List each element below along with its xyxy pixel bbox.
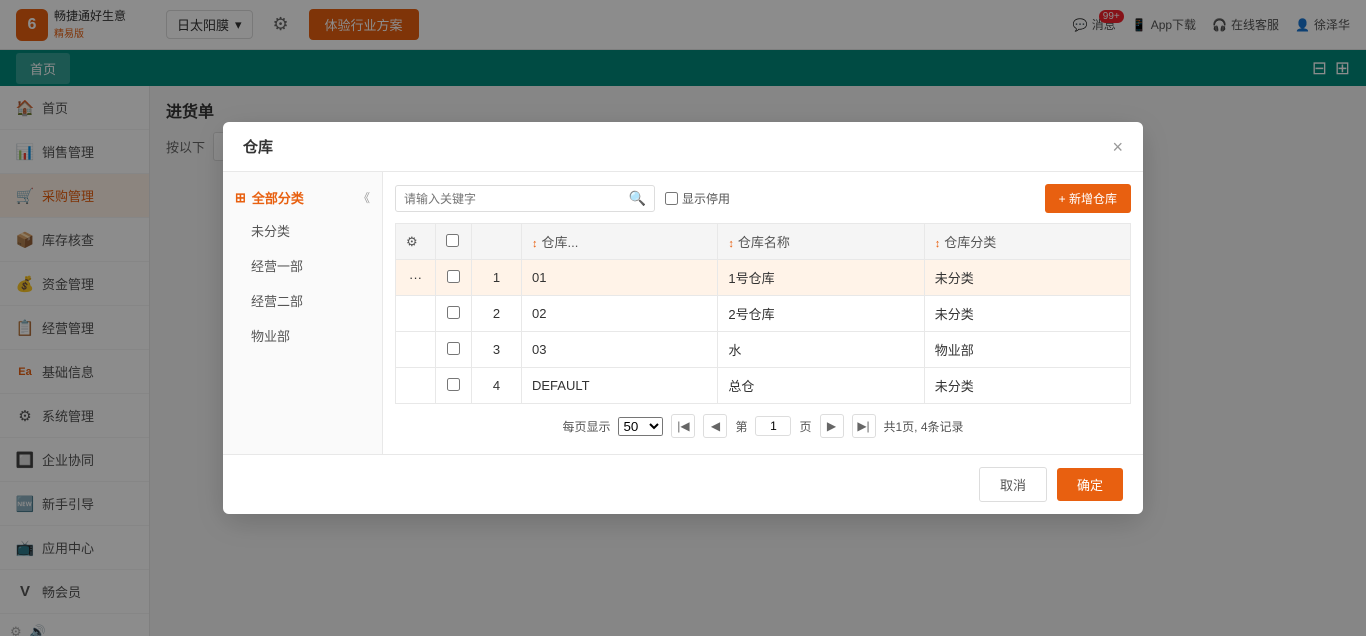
modal-body: ⊞ 全部分类 《 未分类 经营一部 经营二部 物业部 🔍 — [223, 172, 1143, 454]
search-box: 🔍 — [395, 185, 655, 212]
row-code-cell: 03 — [522, 332, 718, 368]
pagination: 每页显示 50 100 200 |◀ ◀ 第 页 ▶ ▶| 共1页, 4条记录 — [395, 404, 1131, 442]
sort-icon-name: ↕ — [728, 238, 734, 250]
all-categories-label: ⊞ 全部分类 — [235, 188, 304, 207]
cat-item-unclassified[interactable]: 未分类 — [223, 213, 382, 248]
col-header-gear: ⚙ — [396, 224, 436, 260]
page-label-prefix: 第 — [735, 418, 747, 435]
row-num-cell: 1 — [472, 260, 522, 296]
table-row[interactable]: 4 DEFAULT 总仓 未分类 — [396, 368, 1131, 404]
cat-item-property[interactable]: 物业部 — [223, 318, 382, 353]
row-num-cell: 2 — [472, 296, 522, 332]
warehouse-table: ⚙ ↕仓库... ↕仓库名称 ↕仓库分类 — [395, 223, 1131, 404]
row-category-cell: 未分类 — [924, 260, 1130, 296]
first-page-button[interactable]: |◀ — [671, 414, 695, 438]
modal-footer: 取消 确定 — [223, 454, 1143, 514]
table-area: 🔍 显示停用 + 新增仓库 ⚙ — [383, 172, 1143, 454]
row-name-cell: 总仓 — [718, 368, 924, 404]
select-all-checkbox[interactable] — [446, 234, 459, 247]
col-header-num — [472, 224, 522, 260]
cancel-button[interactable]: 取消 — [979, 467, 1047, 502]
row-checkbox[interactable] — [447, 306, 460, 319]
next-page-button[interactable]: ▶ — [820, 414, 844, 438]
row-name-cell: 1号仓库 — [718, 260, 924, 296]
per-page-select[interactable]: 50 100 200 — [618, 417, 663, 436]
row-gear-cell: ··· — [396, 260, 436, 296]
confirm-button[interactable]: 确定 — [1057, 468, 1123, 501]
col-header-name[interactable]: ↕仓库名称 — [718, 224, 924, 260]
row-category-cell: 未分类 — [924, 296, 1130, 332]
search-input[interactable] — [404, 192, 629, 206]
modal-close-button[interactable]: × — [1112, 138, 1123, 156]
row-num-cell: 4 — [472, 368, 522, 404]
cat-item-dept2[interactable]: 经营二部 — [223, 283, 382, 318]
prev-page-button[interactable]: ◀ — [703, 414, 727, 438]
table-row[interactable]: 2 02 2号仓库 未分类 — [396, 296, 1131, 332]
show-disabled-label: 显示停用 — [665, 190, 730, 207]
collapse-icon[interactable]: 《 — [358, 189, 370, 206]
sort-icon-cat: ↕ — [935, 238, 941, 250]
row-checkbox[interactable] — [447, 342, 460, 355]
row-category-cell: 物业部 — [924, 332, 1130, 368]
table-toolbar: 🔍 显示停用 + 新增仓库 — [395, 184, 1131, 213]
col-header-code[interactable]: ↕仓库... — [522, 224, 718, 260]
cat-item-dept1[interactable]: 经营一部 — [223, 248, 382, 283]
total-info: 共1页, 4条记录 — [884, 418, 964, 435]
show-disabled-checkbox[interactable] — [665, 192, 678, 205]
category-sidebar: ⊞ 全部分类 《 未分类 经营一部 经营二部 物业部 — [223, 172, 383, 454]
row-num-cell: 3 — [472, 332, 522, 368]
row-check-cell[interactable] — [436, 368, 472, 404]
col-header-check — [436, 224, 472, 260]
row-name-cell: 水 — [718, 332, 924, 368]
all-categories-header[interactable]: ⊞ 全部分类 《 — [223, 182, 382, 213]
row-gear-cell — [396, 368, 436, 404]
row-checkbox[interactable] — [447, 270, 460, 283]
add-warehouse-button[interactable]: + 新增仓库 — [1045, 184, 1131, 213]
table-header-row: ⚙ ↕仓库... ↕仓库名称 ↕仓库分类 — [396, 224, 1131, 260]
row-check-cell[interactable] — [436, 260, 472, 296]
row-check-cell[interactable] — [436, 332, 472, 368]
row-code-cell: DEFAULT — [522, 368, 718, 404]
search-icon: 🔍 — [629, 190, 646, 207]
modal-title: 仓库 — [243, 136, 273, 157]
warehouse-modal: 仓库 × ⊞ 全部分类 《 未分类 经营一部 经营二部 物业部 — [223, 122, 1143, 514]
table-row[interactable]: 3 03 水 物业部 — [396, 332, 1131, 368]
col-header-category[interactable]: ↕仓库分类 — [924, 224, 1130, 260]
last-page-button[interactable]: ▶| — [852, 414, 876, 438]
row-check-cell[interactable] — [436, 296, 472, 332]
page-label-suffix: 页 — [799, 418, 811, 435]
sort-icon: ↕ — [532, 238, 538, 250]
row-name-cell: 2号仓库 — [718, 296, 924, 332]
modal-overlay: 仓库 × ⊞ 全部分类 《 未分类 经营一部 经营二部 物业部 — [0, 0, 1366, 636]
row-category-cell: 未分类 — [924, 368, 1130, 404]
modal-header: 仓库 × — [223, 122, 1143, 172]
row-checkbox[interactable] — [447, 378, 460, 391]
page-number-input[interactable] — [755, 416, 791, 436]
row-code-cell: 01 — [522, 260, 718, 296]
row-gear-cell — [396, 296, 436, 332]
table-row[interactable]: ··· 1 01 1号仓库 未分类 — [396, 260, 1131, 296]
per-page-label: 每页显示 — [562, 418, 610, 435]
row-code-cell: 02 — [522, 296, 718, 332]
grid-icon: ⊞ — [235, 190, 246, 206]
row-gear-cell — [396, 332, 436, 368]
